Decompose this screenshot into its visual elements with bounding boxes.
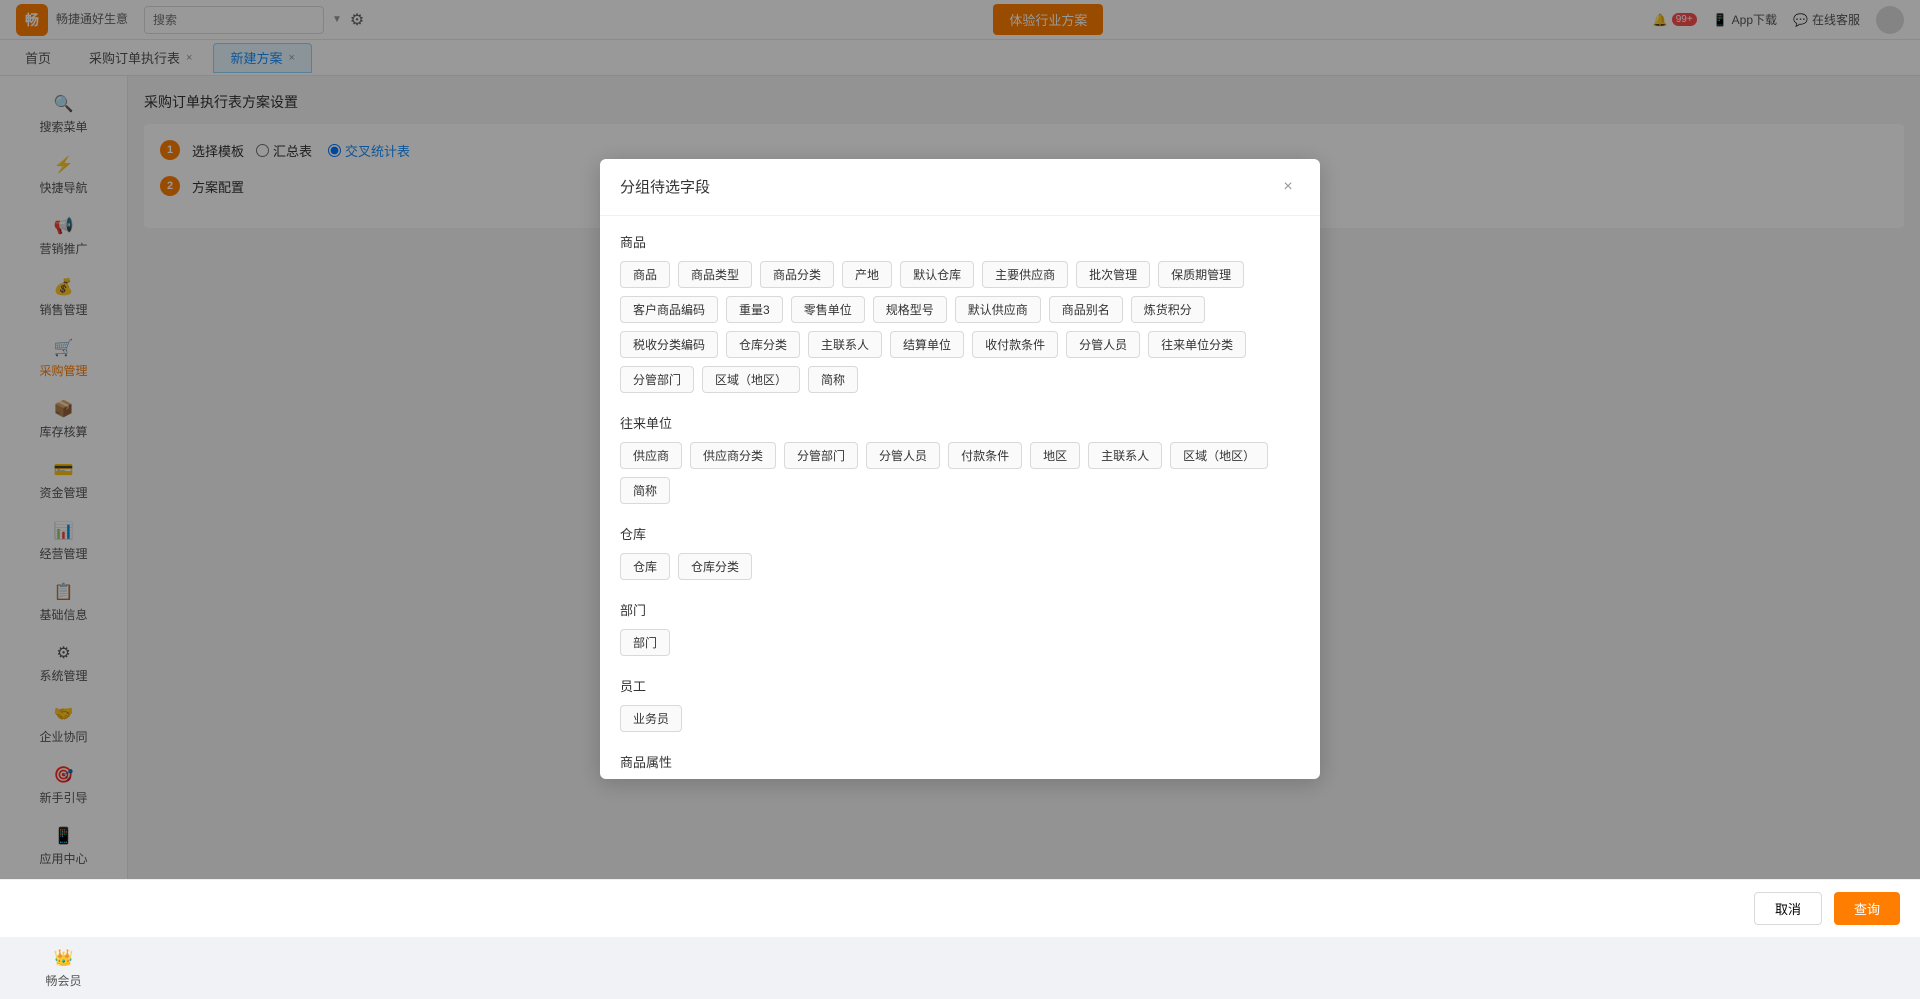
modal-close-button[interactable]: ×: [1276, 175, 1300, 199]
section-employee-tags: 业务员: [620, 705, 1300, 732]
section-partner-tags: 供应商 供应商分类 分管部门 分管人员 付款条件 地区 主联系人 区域（地区） …: [620, 442, 1300, 504]
vip-icon: 👑: [54, 948, 74, 968]
field-tag-goods[interactable]: 商品: [620, 261, 670, 288]
field-tag-partner-category[interactable]: 往来单位分类: [1148, 331, 1246, 358]
field-tag-region[interactable]: 区域（地区）: [702, 366, 800, 393]
confirm-button[interactable]: 查询: [1834, 892, 1900, 925]
field-tag-default-warehouse[interactable]: 默认仓库: [900, 261, 974, 288]
section-partner: 往来单位 供应商 供应商分类 分管部门 分管人员 付款条件 地区 主联系人 区域…: [620, 413, 1300, 504]
modal-title: 分组待选字段: [620, 176, 710, 197]
sidebar-item-vip[interactable]: 👑 畅会员: [0, 938, 127, 999]
field-tag-dept-in-charge[interactable]: 分管部门: [620, 366, 694, 393]
field-tag-spec-model[interactable]: 规格型号: [873, 296, 947, 323]
modal-footer: 取消 查询: [0, 879, 1920, 937]
section-warehouse-title: 仓库: [620, 524, 1300, 543]
field-tag-person-in-charge[interactable]: 分管人员: [1066, 331, 1140, 358]
field-tag-supplier[interactable]: 供应商: [620, 442, 682, 469]
field-tag-main-contact[interactable]: 主联系人: [808, 331, 882, 358]
field-tag-supplier-category[interactable]: 供应商分类: [690, 442, 776, 469]
section-employee-title: 员工: [620, 676, 1300, 695]
field-tag-salesperson[interactable]: 业务员: [620, 705, 682, 732]
modal-header: 分组待选字段 ×: [600, 159, 1320, 216]
field-tag-warehouse-type[interactable]: 仓库分类: [678, 553, 752, 580]
section-goods-tags: 商品 商品类型 商品分类 产地 默认仓库 主要供应商 批次管理 保质期管理 客户…: [620, 261, 1300, 393]
field-tag-origin[interactable]: 产地: [842, 261, 892, 288]
field-tag-partner-payment[interactable]: 付款条件: [948, 442, 1022, 469]
section-dept-tags: 部门: [620, 629, 1300, 656]
field-tag-goods-category[interactable]: 商品分类: [760, 261, 834, 288]
field-tag-weight3[interactable]: 重量3: [726, 296, 783, 323]
sidebar-item-vip-label: 畅会员: [45, 972, 81, 989]
field-tag-goods-type[interactable]: 商品类型: [678, 261, 752, 288]
field-tag-retail-unit[interactable]: 零售单位: [791, 296, 865, 323]
modal-overlay[interactable]: 分组待选字段 × 商品 商品 商品类型 商品分类 产地 默认仓库 主要供应商 批…: [0, 0, 1920, 937]
field-tag-goods-alias[interactable]: 商品别名: [1049, 296, 1123, 323]
section-partner-title: 往来单位: [620, 413, 1300, 432]
field-tag-main-supplier[interactable]: 主要供应商: [982, 261, 1068, 288]
field-tag-partner-contact[interactable]: 主联系人: [1088, 442, 1162, 469]
section-goods-attr: 商品属性 属性 颜色 多规格 尺码 鞋码 1: [620, 752, 1300, 779]
section-goods-attr-title: 商品属性: [620, 752, 1300, 771]
section-warehouse: 仓库 仓库 仓库分类: [620, 524, 1300, 580]
field-select-modal: 分组待选字段 × 商品 商品 商品类型 商品分类 产地 默认仓库 主要供应商 批…: [600, 159, 1320, 779]
field-tag-batch-mgmt[interactable]: 批次管理: [1076, 261, 1150, 288]
field-tag-tax-code[interactable]: 税收分类编码: [620, 331, 718, 358]
section-dept-title: 部门: [620, 600, 1300, 619]
section-department: 部门 部门: [620, 600, 1300, 656]
field-tag-short-name[interactable]: 简称: [808, 366, 858, 393]
field-tag-dept[interactable]: 部门: [620, 629, 670, 656]
field-tag-default-supplier[interactable]: 默认供应商: [955, 296, 1041, 323]
field-tag-payment-terms[interactable]: 收付款条件: [972, 331, 1058, 358]
cancel-button[interactable]: 取消: [1754, 892, 1822, 925]
field-tag-warehouse[interactable]: 仓库: [620, 553, 670, 580]
field-tag-partner-area[interactable]: 区域（地区）: [1170, 442, 1268, 469]
section-goods: 商品 商品 商品类型 商品分类 产地 默认仓库 主要供应商 批次管理 保质期管理…: [620, 232, 1300, 393]
field-tag-partner-dept[interactable]: 分管部门: [784, 442, 858, 469]
modal-body: 商品 商品 商品类型 商品分类 产地 默认仓库 主要供应商 批次管理 保质期管理…: [600, 216, 1320, 779]
field-tag-partner-shortname[interactable]: 简称: [620, 477, 670, 504]
field-tag-customer-code[interactable]: 客户商品编码: [620, 296, 718, 323]
field-tag-settlement-unit[interactable]: 结算单位: [890, 331, 964, 358]
section-warehouse-tags: 仓库 仓库分类: [620, 553, 1300, 580]
field-tag-warehouse-category[interactable]: 仓库分类: [726, 331, 800, 358]
section-goods-title: 商品: [620, 232, 1300, 251]
field-tag-partner-person[interactable]: 分管人员: [866, 442, 940, 469]
section-employee: 员工 业务员: [620, 676, 1300, 732]
field-tag-partner-region[interactable]: 地区: [1030, 442, 1080, 469]
field-tag-refine-points[interactable]: 炼货积分: [1131, 296, 1205, 323]
field-tag-expiry-mgmt[interactable]: 保质期管理: [1158, 261, 1244, 288]
